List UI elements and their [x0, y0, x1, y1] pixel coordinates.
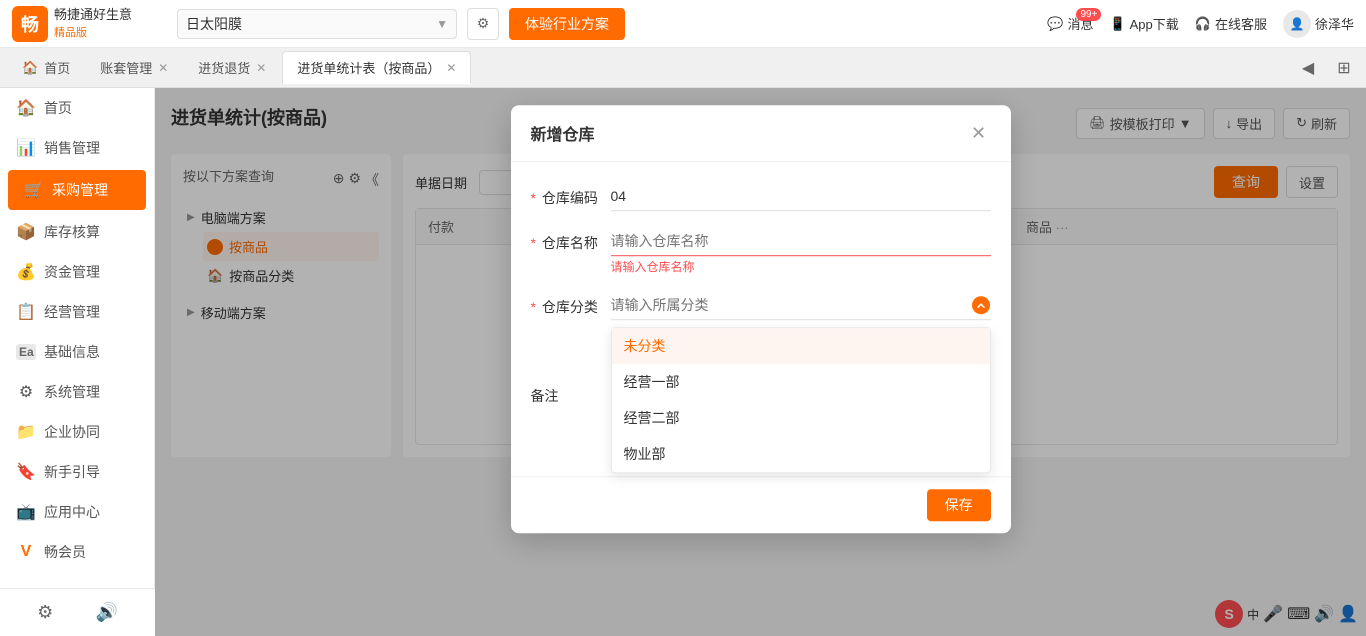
name-label: * 仓库名称: [531, 227, 611, 253]
home-icon: 🏠: [22, 60, 38, 76]
user-profile-button[interactable]: 👤 徐泽华: [1283, 10, 1354, 38]
logo-text: 畅捷通好生意: [54, 7, 132, 24]
category-label: * 仓库分类: [531, 291, 611, 317]
dropdown-item-dept2[interactable]: 经营二部: [612, 400, 990, 436]
trial-button[interactable]: 体验行业方案: [509, 8, 625, 40]
sidebar-item-basic[interactable]: Ea 基础信息: [0, 332, 154, 372]
modal-body: * 仓库编码 * 仓库名称 请输入仓库名称: [511, 162, 1011, 476]
tab-close-icon[interactable]: ✕: [256, 61, 266, 75]
sidebar-item-system[interactable]: ⚙ 系统管理: [0, 372, 154, 412]
sidebar-item-member[interactable]: V 畅会员: [0, 532, 154, 572]
volume-icon[interactable]: 🔊: [95, 602, 117, 623]
sidebar: 🏠 首页 📊 销售管理 🛒 采购管理 📦 库存核算 💰 资金管理 📋 经营管理 …: [0, 88, 155, 636]
category-dropdown: 未分类 经营一部 经营二部 物业部: [611, 327, 991, 473]
modal-header: 新增仓库 ✕: [511, 105, 1011, 162]
settings-bottom-icon[interactable]: ⚙: [37, 602, 53, 623]
remark-label: 备注: [531, 380, 611, 406]
name-error-text: 请输入仓库名称: [611, 260, 695, 274]
sidebar-item-sales[interactable]: 📊 销售管理: [0, 128, 154, 168]
add-warehouse-modal: 新增仓库 ✕ * 仓库编码 * 仓库名称: [511, 105, 1011, 533]
tab-account[interactable]: 账套管理 ✕: [86, 52, 182, 83]
finance-icon: 💰: [16, 262, 36, 282]
form-row-code: * 仓库编码: [531, 182, 991, 211]
category-input[interactable]: [611, 291, 991, 320]
tab-prev-icon[interactable]: ◀: [1294, 54, 1322, 82]
basic-icon: Ea: [16, 344, 36, 360]
message-icon: 💬: [1047, 16, 1063, 32]
content-area: 进货单统计(按商品) 🖨 按模板打印 ▼ ↓ 导出 ↻ 刷新: [155, 88, 1366, 636]
sales-icon: 📊: [16, 138, 36, 158]
sidebar-bottom-bar: ⚙ 🔊: [0, 588, 155, 636]
top-right: 💬 消息 99+ 📱 App下载 🎧 在线客服 👤 徐泽华: [1047, 10, 1354, 38]
inventory-icon: 📦: [16, 222, 36, 242]
warehouse-code-input[interactable]: [611, 182, 991, 211]
tab-home[interactable]: 🏠 首页: [8, 52, 84, 83]
sidebar-item-guide[interactable]: 🔖 新手引导: [0, 452, 154, 492]
code-label: * 仓库编码: [531, 182, 611, 208]
purchase-icon: 🛒: [24, 180, 44, 200]
sidebar-item-purchase[interactable]: 🛒 采购管理: [8, 170, 146, 210]
sidebar-item-operation[interactable]: 📋 经营管理: [0, 292, 154, 332]
app-download-button[interactable]: 📱 App下载: [1109, 14, 1178, 33]
message-badge: 99+: [1076, 8, 1101, 21]
phone-icon: 📱: [1109, 16, 1125, 32]
main-layout: 🏠 首页 📊 销售管理 🛒 采购管理 📦 库存核算 💰 资金管理 📋 经营管理 …: [0, 88, 1366, 636]
logo-icon: 畅: [12, 6, 48, 42]
modal-title: 新增仓库: [531, 121, 595, 145]
warehouse-name-input[interactable]: [611, 227, 991, 256]
system-icon: ⚙: [16, 382, 36, 402]
search-area[interactable]: 日太阳膜 ▼: [177, 9, 457, 39]
category-select-wrap: 未分类 经营一部 经营二部 物业部: [611, 291, 991, 320]
settings-icon[interactable]: ⚙: [467, 8, 499, 40]
tab-expand-icon[interactable]: ⊞: [1330, 54, 1358, 82]
enterprise-icon: 📁: [16, 422, 36, 442]
apps-icon: 📺: [16, 502, 36, 522]
guide-icon: 🔖: [16, 462, 36, 482]
sidebar-item-finance[interactable]: 💰 资金管理: [0, 252, 154, 292]
dropdown-item-dept1[interactable]: 经营一部: [612, 364, 990, 400]
save-button[interactable]: 保存: [927, 489, 991, 521]
tab-close-icon[interactable]: ✕: [446, 61, 456, 75]
chevron-down-icon: ▼: [436, 17, 448, 31]
category-arrow-icon[interactable]: [971, 295, 991, 318]
logo-sub: 精品版: [54, 24, 132, 40]
tab-returns[interactable]: 进货退货 ✕: [184, 52, 280, 83]
modal-footer: 保存: [511, 476, 1011, 533]
modal-close-button[interactable]: ✕: [967, 121, 991, 145]
dropdown-item-unclassified[interactable]: 未分类: [612, 328, 990, 364]
tab-controls: ◀ ⊞: [1294, 54, 1358, 82]
dropdown-item-dept3[interactable]: 物业部: [612, 436, 990, 472]
member-icon: V: [16, 543, 36, 561]
tab-bar: 🏠 首页 账套管理 ✕ 进货退货 ✕ 进货单统计表（按商品） ✕ ◀ ⊞: [0, 48, 1366, 88]
avatar: 👤: [1283, 10, 1311, 38]
sidebar-item-inventory[interactable]: 📦 库存核算: [0, 212, 154, 252]
sidebar-item-enterprise[interactable]: 📁 企业协同: [0, 412, 154, 452]
tab-stats[interactable]: 进货单统计表（按商品） ✕: [282, 51, 471, 84]
logo-area: 畅 畅捷通好生意 精品版: [12, 6, 167, 42]
search-text: 日太阳膜: [186, 14, 436, 34]
operation-icon: 📋: [16, 302, 36, 322]
tab-close-icon[interactable]: ✕: [158, 61, 168, 75]
headset-icon: 🎧: [1195, 16, 1211, 32]
sidebar-item-apps[interactable]: 📺 应用中心: [0, 492, 154, 532]
sidebar-item-home[interactable]: 🏠 首页: [0, 88, 154, 128]
messages-button[interactable]: 💬 消息 99+: [1047, 14, 1093, 33]
form-row-name: * 仓库名称 请输入仓库名称: [531, 227, 991, 275]
form-row-category: * 仓库分类 未分类 经营一部: [531, 291, 991, 320]
customer-service-button[interactable]: 🎧 在线客服: [1195, 14, 1267, 33]
home-icon: 🏠: [16, 98, 36, 118]
top-bar: 畅 畅捷通好生意 精品版 日太阳膜 ▼ ⚙ 体验行业方案 💬 消息 99+ 📱 …: [0, 0, 1366, 48]
